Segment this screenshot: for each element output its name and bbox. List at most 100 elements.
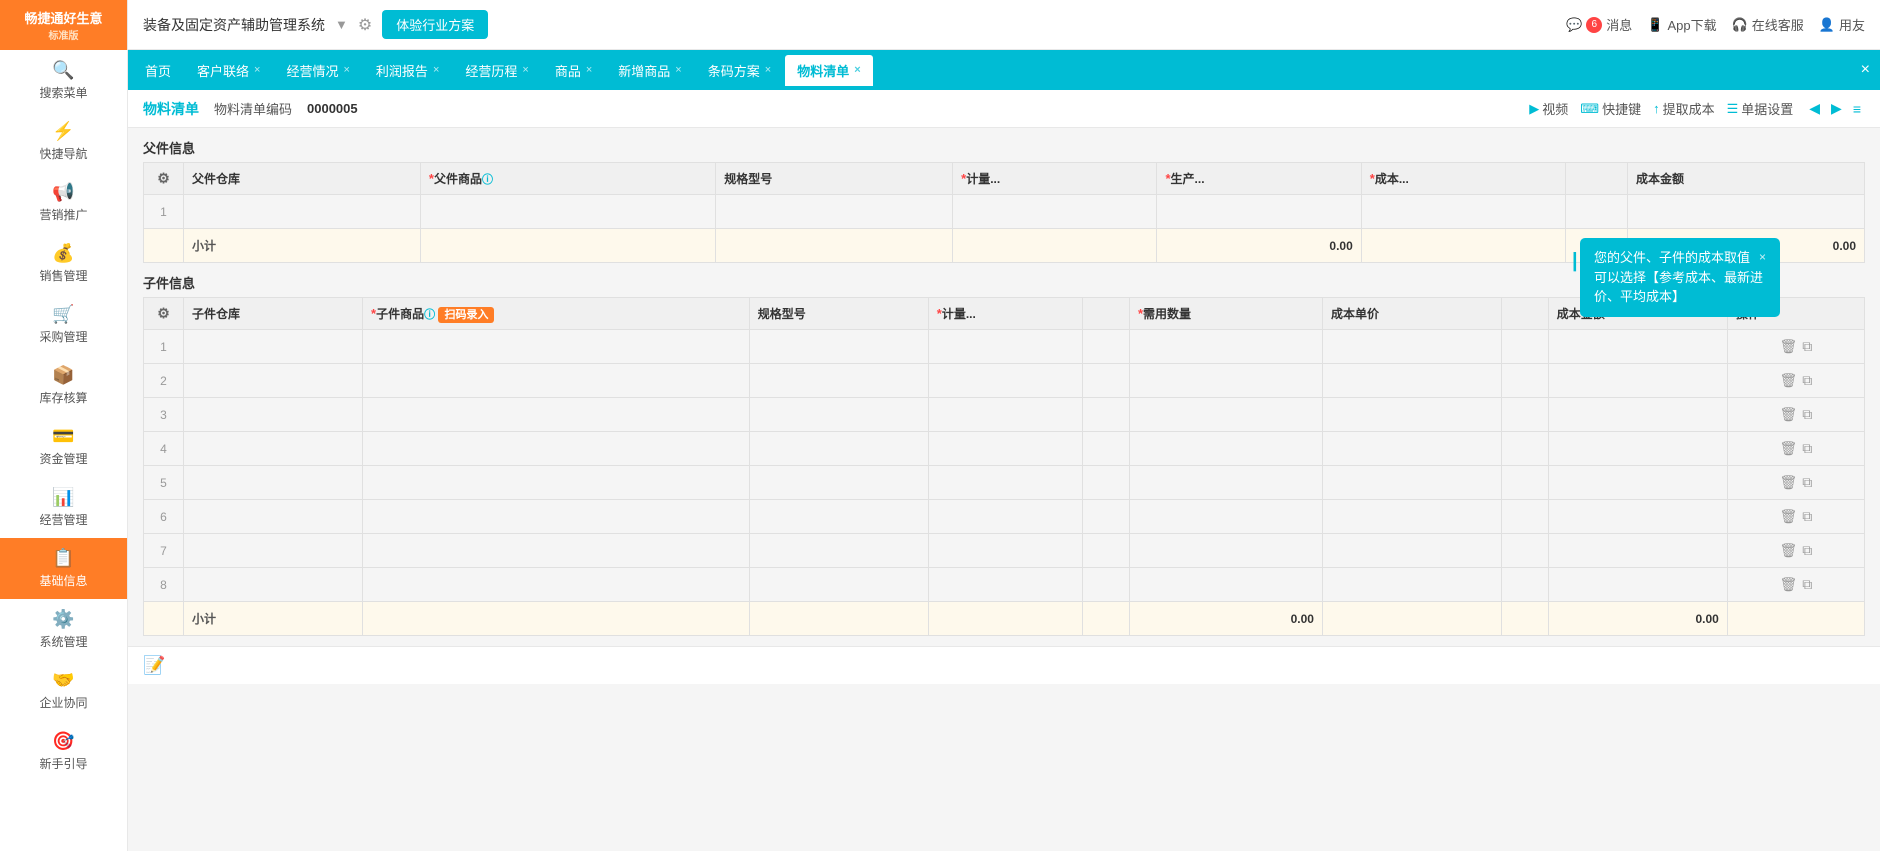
parent-product-cell[interactable] (420, 195, 715, 229)
child-product-cell-2[interactable] (363, 364, 750, 398)
parent-unit-cell[interactable] (953, 195, 1157, 229)
tab-customer[interactable]: 客户联络 × (185, 55, 272, 86)
child-unit-cell-6[interactable] (928, 500, 1082, 534)
child-th-settings[interactable]: ⚙ (144, 298, 184, 330)
child-unitcost-cell-8[interactable] (1322, 568, 1501, 602)
parent-spec-cell[interactable] (716, 195, 953, 229)
tab-customer-close[interactable]: × (254, 64, 260, 76)
sidebar-item-enterprise[interactable]: 🤝 企业协同 (0, 660, 127, 721)
parent-produce-cell[interactable] (1157, 195, 1361, 229)
list-view-button[interactable]: ≡ (1849, 99, 1865, 119)
copy-icon-3[interactable]: ⧉ (1802, 406, 1812, 423)
child-qty-cell-5[interactable] (1129, 466, 1322, 500)
sidebar-item-purchase[interactable]: 🛒 采购管理 (0, 294, 127, 355)
next-record-button[interactable]: ▶ (1827, 98, 1846, 119)
child-unitcost-cell-3[interactable] (1322, 398, 1501, 432)
child-warehouse-cell-2[interactable] (184, 364, 363, 398)
child-qty-cell-1[interactable] (1129, 330, 1322, 364)
gear-icon[interactable]: ⚙ (157, 305, 170, 321)
copy-icon-4[interactable]: ⧉ (1802, 440, 1812, 457)
sidebar-item-sales[interactable]: 💰 销售管理 (0, 233, 127, 294)
parent-warehouse-cell[interactable] (184, 195, 421, 229)
delete-icon-5[interactable]: 🗑 (1780, 474, 1798, 491)
child-warehouse-cell-5[interactable] (184, 466, 363, 500)
child-unit-cell-2[interactable] (928, 364, 1082, 398)
child-warehouse-cell-6[interactable] (184, 500, 363, 534)
delete-icon-4[interactable]: 🗑 (1780, 440, 1798, 457)
copy-icon-1[interactable]: ⧉ (1802, 338, 1812, 355)
child-product-cell-6[interactable] (363, 500, 750, 534)
parent-cost-cell[interactable] (1361, 195, 1565, 229)
child-warehouse-cell-1[interactable] (184, 330, 363, 364)
extract-cost-action[interactable]: ↑ 提取成本 (1653, 99, 1715, 118)
child-unit-cell-7[interactable] (928, 534, 1082, 568)
child-spec-cell-8[interactable] (749, 568, 928, 602)
sidebar-item-marketing[interactable]: 📢 营销推广 (0, 172, 127, 233)
child-spec-cell-2[interactable] (749, 364, 928, 398)
single-setting-action[interactable]: ☰ 单据设置 (1727, 99, 1794, 118)
copy-icon-5[interactable]: ⧉ (1802, 474, 1812, 491)
tab-product-close[interactable]: × (586, 64, 592, 76)
child-product-cell-1[interactable] (363, 330, 750, 364)
tab-profit-close[interactable]: × (433, 64, 439, 76)
online-service-item[interactable]: 🎧 在线客服 (1732, 15, 1804, 34)
tab-history-close[interactable]: × (522, 64, 528, 76)
child-qty-cell-2[interactable] (1129, 364, 1322, 398)
copy-icon-8[interactable]: ⧉ (1802, 576, 1812, 593)
child-spec-cell-6[interactable] (749, 500, 928, 534)
delete-icon-7[interactable]: 🗑 (1780, 542, 1798, 559)
close-all-tabs-button[interactable]: × (1856, 56, 1875, 84)
sidebar-item-operation[interactable]: 📊 经营管理 (0, 477, 127, 538)
child-spec-cell-4[interactable] (749, 432, 928, 466)
child-product-cell-8[interactable] (363, 568, 750, 602)
tab-home[interactable]: 首页 (133, 55, 183, 86)
child-product-cell-4[interactable] (363, 432, 750, 466)
child-unitcost-cell-2[interactable] (1322, 364, 1501, 398)
tooltip-close-button[interactable]: × (1759, 248, 1766, 266)
sidebar-item-finance[interactable]: 💳 资金管理 (0, 416, 127, 477)
child-spec-cell-5[interactable] (749, 466, 928, 500)
sidebar-item-guide[interactable]: 🎯 新手引导 (0, 721, 127, 782)
shortcut-action[interactable]: ⌨ 快捷键 (1580, 99, 1641, 118)
delete-icon-8[interactable]: 🗑 (1780, 576, 1798, 593)
child-unitcost-cell-7[interactable] (1322, 534, 1501, 568)
copy-icon-2[interactable]: ⧉ (1802, 372, 1812, 389)
child-product-cell-5[interactable] (363, 466, 750, 500)
app-download-item[interactable]: 📱 App下载 (1647, 15, 1716, 34)
child-qty-cell-4[interactable] (1129, 432, 1322, 466)
delete-icon-2[interactable]: 🗑 (1780, 372, 1798, 389)
child-warehouse-cell-8[interactable] (184, 568, 363, 602)
child-unit-cell-1[interactable] (928, 330, 1082, 364)
child-spec-cell-7[interactable] (749, 534, 928, 568)
sidebar-item-inventory[interactable]: 📦 库存核算 (0, 355, 127, 416)
child-unitcost-cell-5[interactable] (1322, 466, 1501, 500)
child-qty-cell-3[interactable] (1129, 398, 1322, 432)
child-unitcost-cell-1[interactable] (1322, 330, 1501, 364)
copy-icon-6[interactable]: ⧉ (1802, 508, 1812, 525)
child-warehouse-cell-4[interactable] (184, 432, 363, 466)
parent-th-settings[interactable]: ⚙ (144, 163, 184, 195)
sidebar-item-search[interactable]: 🔍 搜索菜单 (0, 50, 127, 111)
tab-history[interactable]: 经营历程 × (453, 55, 540, 86)
dropdown-arrow-icon[interactable]: ▼ (335, 17, 348, 32)
child-warehouse-cell-7[interactable] (184, 534, 363, 568)
child-unit-cell-3[interactable] (928, 398, 1082, 432)
tab-barcode[interactable]: 条码方案 × (696, 55, 783, 86)
child-qty-cell-7[interactable] (1129, 534, 1322, 568)
child-spec-cell-3[interactable] (749, 398, 928, 432)
copy-icon-7[interactable]: ⧉ (1802, 542, 1812, 559)
tab-profit[interactable]: 利润报告 × (364, 55, 451, 86)
child-product-cell-3[interactable] (363, 398, 750, 432)
child-qty-cell-6[interactable] (1129, 500, 1322, 534)
tab-barcode-close[interactable]: × (765, 64, 771, 76)
tab-bom[interactable]: 物料清单 × (785, 55, 872, 86)
tab-bom-close[interactable]: × (854, 64, 860, 76)
message-item[interactable]: 💬 6 消息 (1566, 15, 1632, 34)
child-unit-cell-8[interactable] (928, 568, 1082, 602)
tab-operation-close[interactable]: × (343, 64, 349, 76)
video-action[interactable]: ▶ 视频 (1529, 99, 1568, 118)
child-unit-cell-4[interactable] (928, 432, 1082, 466)
child-unitcost-cell-4[interactable] (1322, 432, 1501, 466)
sidebar-item-system[interactable]: ⚙️ 系统管理 (0, 599, 127, 660)
sidebar-item-quick-nav[interactable]: ⚡ 快捷导航 (0, 111, 127, 172)
